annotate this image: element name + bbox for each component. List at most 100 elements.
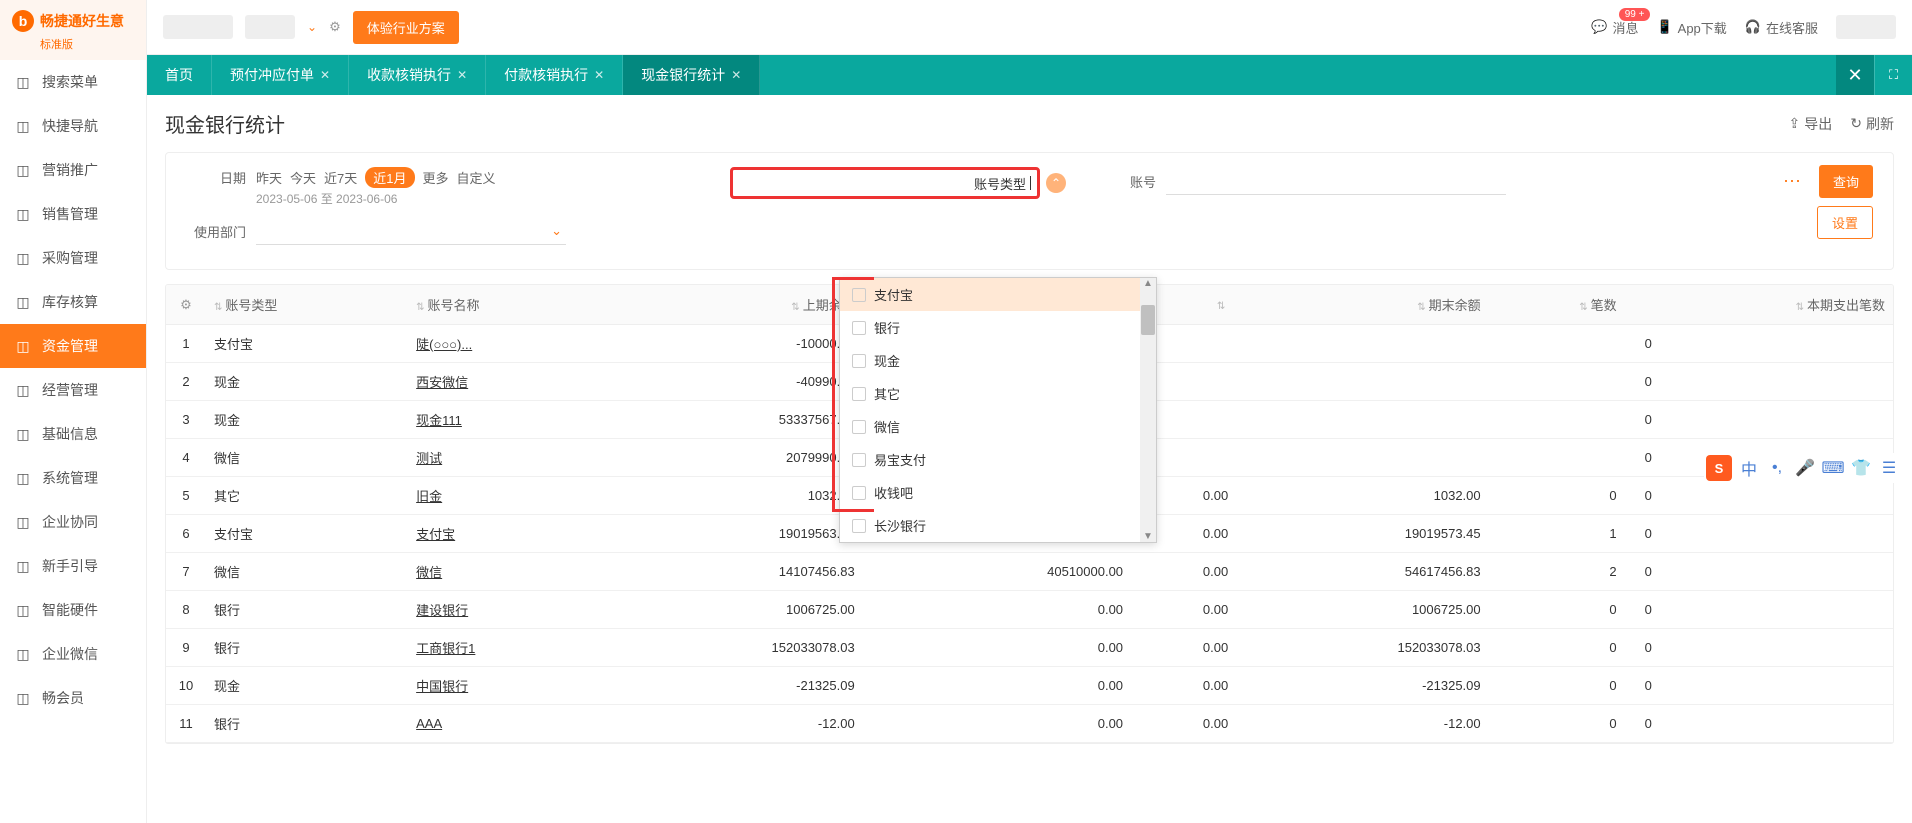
account-type-select[interactable]: 账号类型 (730, 167, 1040, 199)
tab-现金银行统计[interactable]: 现金银行统计✕ (623, 55, 760, 95)
settings-icon[interactable]: ⚙ (329, 19, 341, 35)
sort-icon[interactable]: ⇅ (1796, 302, 1804, 313)
col-header[interactable]: ⇅笔数 (1489, 285, 1625, 325)
account-link[interactable]: 测试 (416, 451, 442, 466)
dropdown-option[interactable]: 现金 (840, 344, 1156, 377)
sidebar-item-home[interactable]: ◫快捷导航 (0, 104, 146, 148)
account-link[interactable]: 西安微信 (416, 375, 468, 390)
checkbox[interactable] (852, 453, 866, 467)
tab-付款核销执行[interactable]: 付款核销执行✕ (486, 55, 623, 95)
ime-tools-icon[interactable]: ☰ (1878, 457, 1900, 479)
date-quick-近1月[interactable]: 近1月 (365, 167, 414, 188)
checkbox[interactable] (852, 420, 866, 434)
close-icon[interactable]: ✕ (731, 68, 741, 82)
sort-icon[interactable]: ⇅ (1417, 302, 1425, 313)
date-quick-近7天[interactable]: 近7天 (324, 168, 357, 187)
refresh-button[interactable]: ↻ 刷新 (1850, 114, 1894, 134)
org-dropdown-icon[interactable]: ⌄ (307, 20, 317, 34)
dropdown-option[interactable]: 微信 (840, 410, 1156, 443)
dropdown-option[interactable]: 收钱吧 (840, 476, 1156, 509)
dropdown-option[interactable]: 银行 (840, 311, 1156, 344)
collapse-dropdown-icon[interactable]: ⌃ (1046, 173, 1066, 193)
cell-out: 0 (1625, 515, 1893, 553)
account-link[interactable]: 建设银行 (416, 603, 468, 618)
date-quick-自定义[interactable]: 自定义 (457, 168, 496, 187)
dropdown-option[interactable]: 其它 (840, 377, 1156, 410)
dropdown-option[interactable]: 长沙银行 (840, 509, 1156, 542)
sidebar-item-cart[interactable]: ◫销售管理 (0, 192, 146, 236)
date-quick-今天[interactable]: 今天 (290, 168, 316, 187)
account-link[interactable]: 中国银行 (416, 679, 468, 694)
fullscreen-button[interactable]: ⛶ (1874, 55, 1912, 95)
account-link[interactable]: 微信 (416, 565, 442, 580)
col-header[interactable]: ⇅账号类型 (206, 285, 408, 325)
sort-icon[interactable]: ⇅ (214, 302, 222, 313)
account-link[interactable]: 现金111 (416, 413, 462, 428)
scrollbar-thumb[interactable] (1141, 305, 1155, 335)
sidebar-item-vip[interactable]: ◫畅会员 (0, 676, 146, 720)
gear-column[interactable]: ⚙ (166, 285, 206, 325)
tab-首页[interactable]: 首页 (147, 55, 212, 95)
settings-button[interactable]: 设置 (1817, 206, 1873, 239)
account-link[interactable]: 工商银行1 (416, 641, 475, 656)
sort-icon[interactable]: ⇅ (1579, 302, 1587, 313)
ime-skin-icon[interactable]: 👕 (1850, 457, 1872, 479)
sidebar-item-doc[interactable]: ◫经营管理 (0, 368, 146, 412)
dropdown-scrollbar[interactable]: ▲ ▼ (1140, 278, 1156, 542)
account-link[interactable]: 支付宝 (416, 527, 455, 542)
checkbox[interactable] (852, 354, 866, 368)
ime-mic-icon[interactable]: 🎤 (1794, 457, 1816, 479)
sidebar-item-bag[interactable]: ◫采购管理 (0, 236, 146, 280)
account-link[interactable]: 旧金 (416, 489, 442, 504)
dropdown-option[interactable]: 易宝支付 (840, 443, 1156, 476)
sidebar-item-wechat[interactable]: ◫企业微信 (0, 632, 146, 676)
close-icon[interactable]: ✕ (457, 68, 467, 82)
close-icon[interactable]: ✕ (594, 68, 604, 82)
app-download-button[interactable]: 📱 App下载 (1656, 18, 1726, 37)
sidebar-item-list[interactable]: ◫基础信息 (0, 412, 146, 456)
account-select[interactable] (1166, 167, 1506, 195)
sidebar-item-search[interactable]: ◫搜索菜单 (0, 60, 146, 104)
date-quick-更多[interactable]: 更多 (423, 168, 449, 187)
date-quick-昨天[interactable]: 昨天 (256, 168, 282, 187)
dept-select[interactable]: ⌄ (256, 217, 566, 245)
sidebar-item-hw[interactable]: ◫智能硬件 (0, 588, 146, 632)
ime-punct-icon[interactable]: •, (1766, 457, 1788, 479)
checkbox[interactable] (852, 486, 866, 500)
tab-label: 收款核销执行 (367, 65, 451, 85)
option-label: 长沙银行 (874, 516, 926, 535)
sidebar-item-guide[interactable]: ◫新手引导 (0, 544, 146, 588)
account-link[interactable]: 陡(○○○)... (416, 337, 472, 352)
close-all-tabs-button[interactable]: ✕ (1836, 55, 1874, 95)
dropdown-option[interactable]: 支付宝 (840, 278, 1156, 311)
messages-button[interactable]: 💬 消息 99 + (1591, 18, 1638, 37)
export-button[interactable]: ⇪ 导出 (1789, 114, 1833, 134)
sidebar-item-money[interactable]: ◫资金管理 (0, 324, 146, 368)
sort-icon[interactable]: ⇅ (1217, 301, 1225, 312)
sidebar-item-gear[interactable]: ◫系统管理 (0, 456, 146, 500)
col-header[interactable]: ⇅期末余额 (1236, 285, 1488, 325)
account-link[interactable]: AAA (416, 716, 442, 731)
tab-预付冲应付单[interactable]: 预付冲应付单✕ (212, 55, 349, 95)
tab-收款核销执行[interactable]: 收款核销执行 ✕ (349, 55, 486, 95)
sidebar-item-box[interactable]: ◫库存核算 (0, 280, 146, 324)
sidebar-item-gift[interactable]: ◫营销推广 (0, 148, 146, 192)
checkbox[interactable] (852, 387, 866, 401)
search-button[interactable]: 查询 (1819, 165, 1873, 198)
sort-icon[interactable]: ⇅ (416, 302, 424, 313)
ime-keyboard-icon[interactable]: ⌨ (1822, 457, 1844, 479)
sidebar-item-team[interactable]: ◫企业协同 (0, 500, 146, 544)
checkbox[interactable] (852, 321, 866, 335)
online-service-button[interactable]: 🎧 在线客服 (1745, 18, 1818, 37)
close-icon[interactable]: ✕ (320, 68, 330, 82)
sogou-icon[interactable]: S (1706, 455, 1732, 481)
col-header[interactable]: ⇅上期余额 (610, 285, 862, 325)
col-header[interactable]: ⇅本期支出笔数 (1625, 285, 1893, 325)
sort-icon[interactable]: ⇅ (791, 302, 799, 313)
industry-plan-button[interactable]: 体验行业方案 (353, 11, 459, 44)
checkbox[interactable] (852, 288, 866, 302)
col-header[interactable]: ⇅账号名称 (408, 285, 610, 325)
checkbox[interactable] (852, 519, 866, 533)
ime-lang-icon[interactable]: 中 (1738, 457, 1760, 479)
more-filters-icon[interactable]: ⋯ (1783, 171, 1803, 192)
